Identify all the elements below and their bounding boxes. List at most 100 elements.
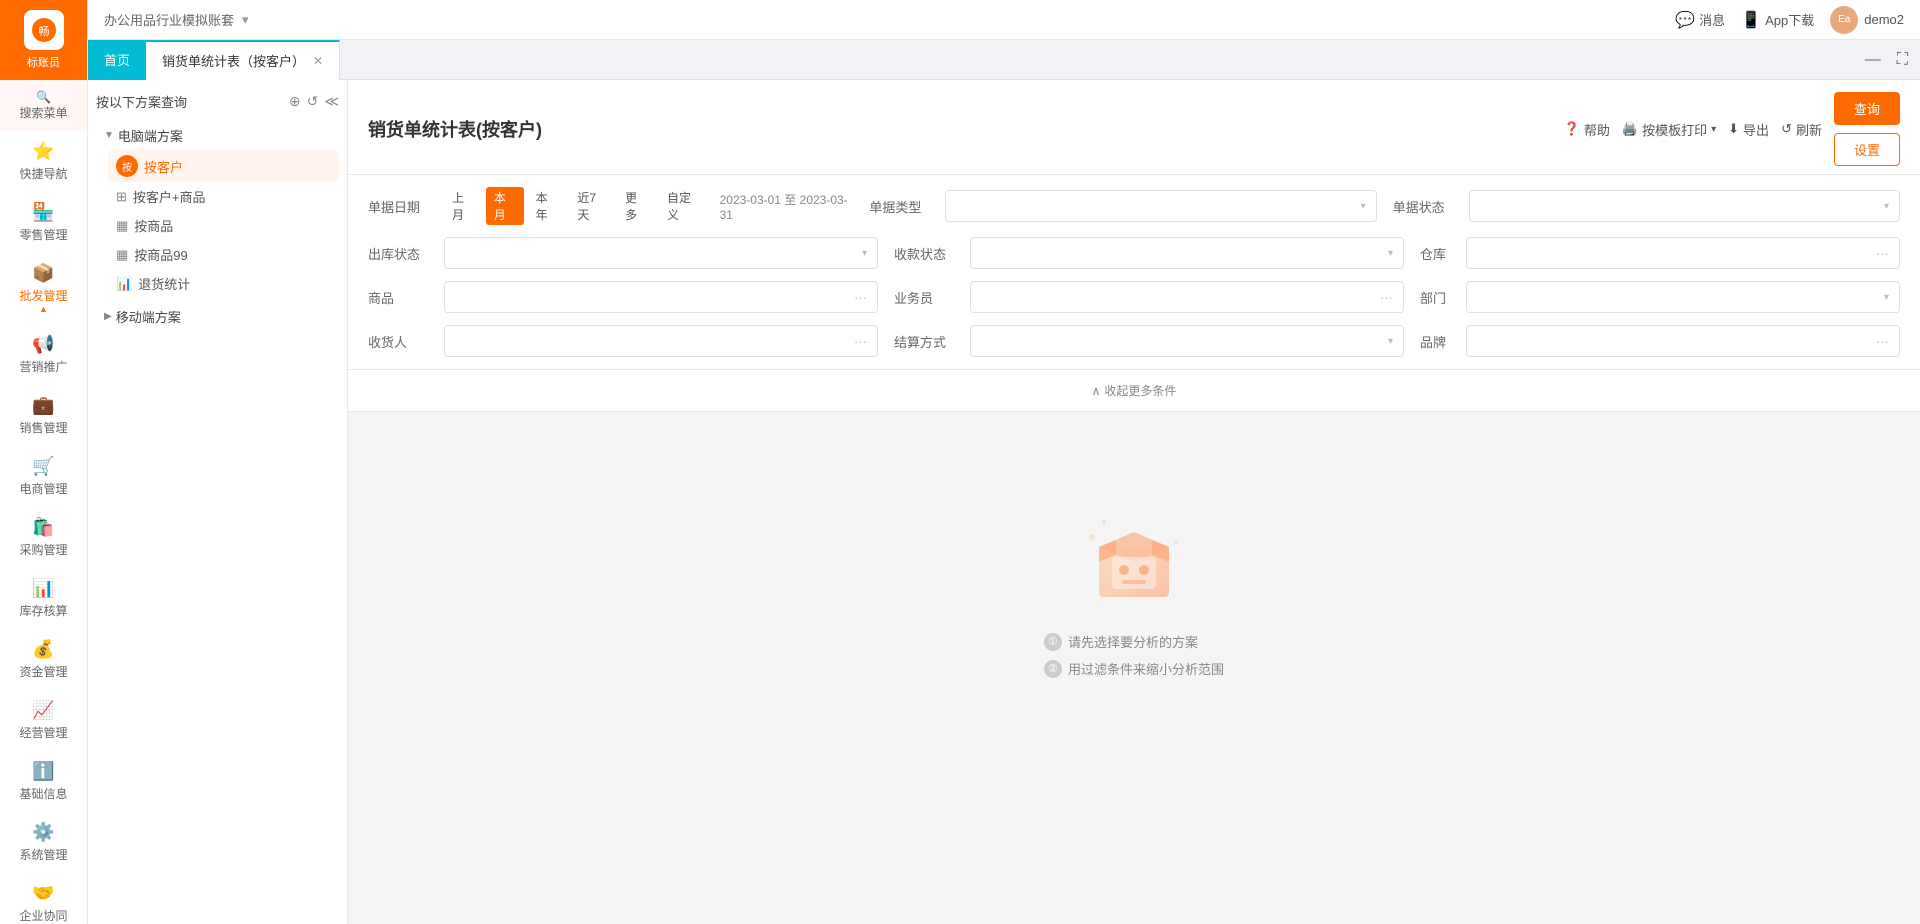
order-type-control[interactable]: ▾	[945, 190, 1376, 222]
tree-group-mobile-label[interactable]: ▶ 移动端方案	[96, 302, 339, 331]
message-icon: 💬	[1675, 10, 1695, 30]
date-range: 2023-03-01 至 2023-03-31	[720, 191, 854, 222]
goods-control[interactable]: ···	[444, 281, 878, 313]
settlement-control[interactable]: ▾	[970, 325, 1404, 357]
tree-item-by-goods[interactable]: ▦ 按商品	[108, 211, 339, 240]
window-maximize-btn[interactable]: ⛶	[1893, 47, 1912, 73]
export-btn[interactable]: ⬇ 导出	[1728, 120, 1769, 139]
header-actions: ❓ 帮助 🖨️ 按模板打印 ▾ ⬇ 导出 ↺ 刷新	[1564, 92, 1900, 166]
basic-icon: ℹ️	[32, 761, 54, 782]
consignee-label: 收货人	[368, 332, 428, 351]
refresh-scheme-icon[interactable]: ↺	[307, 93, 319, 110]
sidebar-item-retail[interactable]: 🏪 零售管理	[0, 192, 87, 253]
sidebar-item-sales[interactable]: 💼 销售管理	[0, 385, 87, 446]
consignee-control[interactable]: ···	[444, 325, 878, 357]
ecommerce-icon: 🛒	[32, 456, 54, 477]
sidebar-item-wholesale[interactable]: 📦 批发管理 ▲	[0, 253, 87, 324]
date-tab-last-month[interactable]: 上月	[444, 187, 482, 225]
sidebar-item-quicknav[interactable]: ⭐ 快捷导航	[0, 131, 87, 192]
sidebar-item-finance[interactable]: 💰 资金管理	[0, 629, 87, 690]
department-label: 部门	[1420, 288, 1450, 307]
app-title: 办公用品行业模拟账套	[104, 10, 234, 29]
tree-caret-right: ▶	[104, 311, 112, 322]
sidebar-item-ecommerce[interactable]: 🛒 电商管理	[0, 446, 87, 507]
salesperson-control[interactable]: ···	[970, 281, 1404, 313]
help-btn[interactable]: ❓ 帮助	[1564, 120, 1610, 139]
out-status-label: 出库状态	[368, 244, 428, 263]
date-tabs: 上月 本月 本年 近7天 更多 自定义	[444, 187, 708, 225]
left-panel-title: 按以下方案查询	[96, 92, 187, 111]
sidebar-item-basic[interactable]: ℹ️ 基础信息	[0, 751, 87, 812]
tree-item-by-customer[interactable]: 按 按客户	[108, 150, 339, 182]
tab-home[interactable]: 首页	[88, 40, 146, 80]
filter-row-2: 出库状态 ▾ 收款状态 ▾ 仓库 ···	[368, 237, 1900, 269]
empty-illustration	[1074, 492, 1194, 612]
top-header: 办公用品行业模拟账套 ▾ 💬 消息 📱 App下载 Ea demo2	[88, 0, 1920, 40]
chart-icon: 📊	[116, 276, 132, 292]
tree-caret-down: ▼	[104, 130, 114, 141]
sidebar-item-enterprise[interactable]: 🤝 企业协同	[0, 873, 87, 924]
table2-icon: ▦	[116, 247, 128, 263]
settlement-label: 结算方式	[894, 332, 954, 351]
settings-button[interactable]: 设置	[1834, 133, 1900, 166]
order-type-arrow: ▾	[1361, 201, 1366, 212]
out-status-control[interactable]: ▾	[444, 237, 878, 269]
sidebar-item-inventory[interactable]: 📊 库存核算	[0, 568, 87, 629]
collapse-bar: ∧ 收起更多条件	[348, 370, 1920, 412]
header-right: 💬 消息 📱 App下载 Ea demo2	[1675, 6, 1904, 34]
sidebar-item-search[interactable]: 🔍 搜索菜单	[0, 80, 87, 131]
tree-item-by-goods99[interactable]: ▦ 按商品99	[108, 240, 339, 269]
grid-icon: ⊞	[116, 189, 127, 205]
message-btn[interactable]: 💬 消息	[1675, 10, 1725, 30]
quicknav-icon: ⭐	[32, 141, 54, 162]
sidebar-item-operation[interactable]: 📈 经营管理	[0, 690, 87, 751]
collapse-button[interactable]: ∧ 收起更多条件	[1080, 378, 1189, 403]
app-download-btn[interactable]: 📱 App下载	[1741, 10, 1814, 30]
tip-num-1: ①	[1044, 633, 1062, 651]
query-button[interactable]: 查询	[1834, 92, 1900, 125]
salesperson-more-icon: ···	[1380, 290, 1393, 305]
brand-label: 品牌	[1420, 332, 1450, 351]
order-status-control[interactable]: ▾	[1469, 190, 1900, 222]
tab-actions: — ⛶	[1861, 47, 1920, 73]
tree-item-by-customer-goods[interactable]: ⊞ 按客户+商品	[108, 182, 339, 211]
logo-area[interactable]: 畅 标账员	[0, 0, 87, 80]
tab-close-icon[interactable]: ✕	[313, 54, 323, 68]
sidebar-item-marketing[interactable]: 📢 营销推广	[0, 324, 87, 385]
receipt-status-control[interactable]: ▾	[970, 237, 1404, 269]
header-left: 办公用品行业模拟账套 ▾	[104, 10, 249, 29]
print-btn[interactable]: 🖨️ 按模板打印 ▾	[1622, 120, 1716, 139]
system-icon: ⚙️	[32, 822, 54, 843]
order-type-label: 单据类型	[869, 197, 929, 216]
tree-item-return-stat[interactable]: 📊 退货统计	[108, 269, 339, 298]
app-title-dropdown[interactable]: ▾	[242, 12, 249, 28]
sidebar-item-system[interactable]: ⚙️ 系统管理	[0, 812, 87, 873]
date-tab-custom[interactable]: 自定义	[659, 187, 708, 225]
warehouse-control[interactable]: ···	[1466, 237, 1900, 269]
date-tab-more[interactable]: 更多	[617, 187, 655, 225]
tab-home-label: 首页	[104, 50, 130, 69]
add-scheme-icon[interactable]: ⊕	[289, 93, 301, 110]
user-profile[interactable]: Ea demo2	[1830, 6, 1904, 34]
tree-children-desktop: 按 按客户 ⊞ 按客户+商品 ▦ 按商品 ▦ 按商品99	[96, 150, 339, 298]
window-minimize-btn[interactable]: —	[1861, 47, 1885, 73]
sidebar-item-purchase[interactable]: 🛍️ 采购管理	[0, 507, 87, 568]
tab-sales-stat[interactable]: 销货单统计表（按客户） ✕	[146, 40, 340, 80]
consignee-more-icon: ···	[854, 334, 867, 349]
refresh-btn[interactable]: ↺ 刷新	[1781, 120, 1822, 139]
left-panel-actions: ⊕ ↺ ≪	[289, 93, 339, 110]
out-status-arrow: ▾	[862, 248, 867, 259]
brand-control[interactable]: ···	[1466, 325, 1900, 357]
export-icon: ⬇	[1728, 121, 1739, 137]
finance-icon: 💰	[32, 639, 54, 660]
date-tab-this-year[interactable]: 本年	[528, 187, 566, 225]
retail-icon: 🏪	[32, 202, 54, 223]
receipt-status-label: 收款状态	[894, 244, 954, 263]
date-tab-this-month[interactable]: 本月	[486, 187, 524, 225]
department-control[interactable]: ▾	[1466, 281, 1900, 313]
settlement-arrow: ▾	[1388, 336, 1393, 347]
date-tab-last7[interactable]: 近7天	[569, 187, 613, 225]
tree-group-desktop-label[interactable]: ▼ 电脑端方案	[96, 121, 339, 150]
svg-text:畅: 畅	[38, 24, 49, 38]
collapse-panel-icon[interactable]: ≪	[324, 93, 339, 110]
